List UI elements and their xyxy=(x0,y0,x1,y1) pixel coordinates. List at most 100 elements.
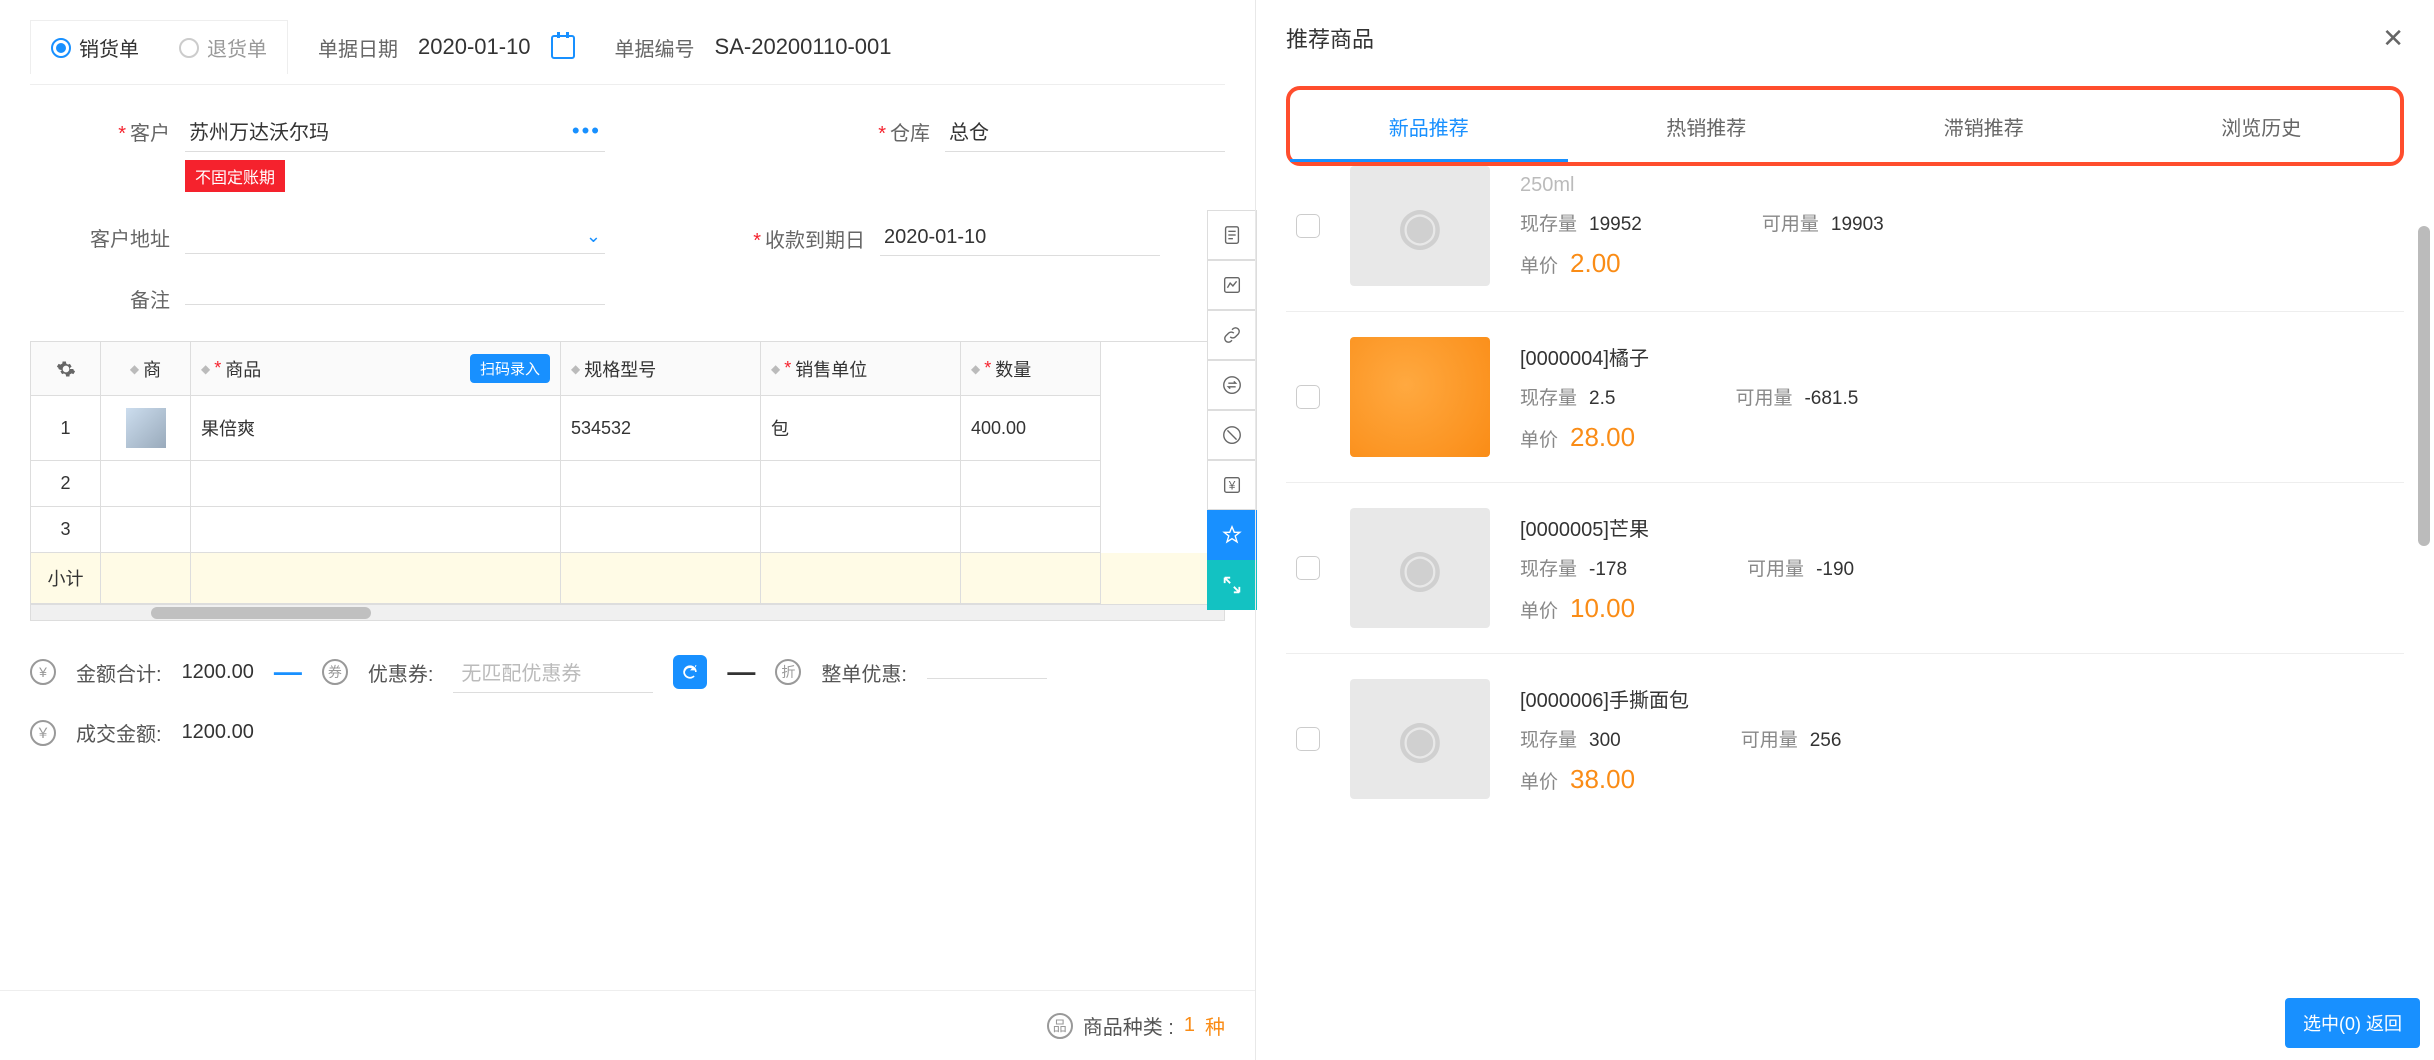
footer-bar: 品 商品种类 : 1 种 xyxy=(0,990,1255,1060)
refresh-icon xyxy=(680,662,700,682)
customer-input[interactable]: 苏州万达沃尔玛 ••• xyxy=(185,110,605,152)
exchange-icon[interactable] xyxy=(1207,360,1257,410)
chevron-down-icon[interactable]: ⌄ xyxy=(586,226,601,247)
item-name: [0000005]芒果 xyxy=(1520,513,2394,542)
radio-unchecked-icon xyxy=(179,38,199,58)
product-thumb xyxy=(101,396,191,461)
coupon-label: 优惠券: xyxy=(368,658,434,687)
spec-cell[interactable]: 534532 xyxy=(561,396,761,461)
due-label: 收款到期日 xyxy=(765,230,865,252)
vertical-scrollbar[interactable] xyxy=(2418,226,2430,546)
item-checkbox[interactable] xyxy=(1296,385,1320,409)
minus-icon: — xyxy=(274,656,302,688)
unit-column-header[interactable]: ◆*销售单位 xyxy=(761,342,961,396)
price-value: 10.00 xyxy=(1570,593,1635,623)
coupon-icon: 券 xyxy=(322,659,348,685)
svg-text:¥: ¥ xyxy=(1228,479,1236,493)
list-item[interactable]: ◉ 250ml 现存量19952 可用量19903 单价2.00 xyxy=(1286,166,2404,312)
subtotal-row: 小计 xyxy=(31,553,1224,604)
product-image: ◉ xyxy=(1350,508,1490,628)
refresh-button[interactable] xyxy=(673,655,707,689)
minus-icon: — xyxy=(727,656,755,688)
qty-cell[interactable]: 400.00 xyxy=(961,396,1101,461)
more-icon[interactable]: ••• xyxy=(572,118,601,144)
reject-icon[interactable] xyxy=(1207,410,1257,460)
calendar-icon[interactable] xyxy=(551,35,575,59)
kind-unit: 种 xyxy=(1205,1011,1225,1040)
order-type-tabs: 销货单 退货单 xyxy=(30,20,288,74)
address-input[interactable]: ⌄ xyxy=(185,220,605,254)
gear-icon xyxy=(56,359,76,379)
date-value[interactable]: 2020-01-10 xyxy=(418,34,531,60)
link-icon[interactable] xyxy=(1207,310,1257,360)
discount-label: 整单优惠: xyxy=(821,658,907,687)
deal-value: 1200.00 xyxy=(182,721,254,744)
sales-order-label: 销货单 xyxy=(79,33,139,62)
customer-label: 客户 xyxy=(130,123,170,145)
horizontal-scrollbar[interactable] xyxy=(30,605,1225,621)
tab-slow[interactable]: 滞销推荐 xyxy=(1845,98,2123,162)
code-label: 单据编号 xyxy=(615,33,695,62)
discount-input[interactable] xyxy=(927,666,1047,679)
list-item[interactable]: [0000004]橘子 现存量2.5 可用量-681.5 单价28.00 xyxy=(1286,312,2404,483)
radio-checked-icon xyxy=(51,38,71,58)
items-table: ◆商 ◆*商品 扫码录入 ◆规格型号 ◆*销售单位 ◆*数量 1 果倍爽 534… xyxy=(30,341,1225,605)
qty-column-header[interactable]: ◆*数量 xyxy=(961,342,1101,396)
close-icon[interactable]: ✕ xyxy=(2382,23,2404,54)
recommend-list: ◉ 250ml 现存量19952 可用量19903 单价2.00 [000000… xyxy=(1256,166,2434,1060)
spec-column-header[interactable]: ◆规格型号 xyxy=(561,342,761,396)
due-value: 2020-01-10 xyxy=(884,226,986,249)
tab-new[interactable]: 新品推荐 xyxy=(1290,98,1568,162)
item-checkbox[interactable] xyxy=(1296,727,1320,751)
stock-value: 19952 xyxy=(1589,214,1642,235)
currency-icon[interactable]: ¥ xyxy=(1207,460,1257,510)
settings-column[interactable] xyxy=(31,342,101,396)
return-order-radio[interactable]: 退货单 xyxy=(179,33,267,62)
table-row[interactable]: 3 xyxy=(31,507,1224,553)
product-column-header[interactable]: ◆*商品 扫码录入 xyxy=(191,342,561,396)
code-value: SA-20200110-001 xyxy=(715,34,892,60)
table-row[interactable]: 1 果倍爽 534532 包 400.00 xyxy=(31,396,1224,461)
avail-value: 19903 xyxy=(1831,214,1884,235)
recommend-title: 推荐商品 xyxy=(1286,22,1374,54)
tab-hot[interactable]: 热销推荐 xyxy=(1568,98,1846,162)
list-item[interactable]: ◉ [0000005]芒果 现存量-178 可用量-190 单价10.00 xyxy=(1286,483,2404,654)
item-checkbox[interactable] xyxy=(1296,214,1320,238)
item-name: [0000004]橘子 xyxy=(1520,342,2394,371)
tab-history[interactable]: 浏览历史 xyxy=(2123,98,2401,162)
scan-input-button[interactable]: 扫码录入 xyxy=(470,354,550,383)
product-name-cell[interactable]: 果倍爽 xyxy=(191,396,561,461)
price-value: 28.00 xyxy=(1570,422,1635,452)
chart-icon[interactable] xyxy=(1207,260,1257,310)
list-item[interactable]: ◉ [0000006]手撕面包 现存量300 可用量256 单价38.00 xyxy=(1286,654,2404,824)
due-input[interactable]: 2020-01-10 xyxy=(880,220,1160,256)
sales-order-radio[interactable]: 销货单 xyxy=(51,33,139,62)
item-checkbox[interactable] xyxy=(1296,556,1320,580)
subtotal-label: 小计 xyxy=(31,553,101,604)
address-label: 客户地址 xyxy=(90,229,170,251)
select-return-button[interactable]: 选中(0) 返回 xyxy=(2285,998,2420,1048)
yen-icon: ¥ xyxy=(30,659,56,685)
avail-value: 256 xyxy=(1810,730,1842,751)
deal-label: 成交金额: xyxy=(76,718,162,747)
warehouse-input[interactable]: 总仓 xyxy=(945,110,1225,152)
remark-input[interactable] xyxy=(185,292,605,305)
deal-icon: ￥ xyxy=(30,720,56,746)
return-order-label: 退货单 xyxy=(207,33,267,62)
coupon-input[interactable]: 无匹配优惠券 xyxy=(453,651,653,693)
star-icon[interactable] xyxy=(1207,510,1257,560)
price-value: 2.00 xyxy=(1570,248,1621,278)
date-label: 单据日期 xyxy=(318,33,398,62)
image-column-header[interactable]: ◆商 xyxy=(101,342,191,396)
avail-value: -190 xyxy=(1816,559,1854,580)
row-index: 1 xyxy=(31,396,101,461)
price-value: 38.00 xyxy=(1570,764,1635,794)
total-value: 1200.00 xyxy=(182,661,254,684)
stock-value: -178 xyxy=(1589,559,1627,580)
doc-icon[interactable] xyxy=(1207,210,1257,260)
unit-cell[interactable]: 包 xyxy=(761,396,961,461)
kind-label: 商品种类 : xyxy=(1083,1011,1174,1040)
expand-icon[interactable] xyxy=(1207,560,1257,610)
table-row[interactable]: 2 xyxy=(31,461,1224,507)
stock-value: 2.5 xyxy=(1589,388,1615,409)
